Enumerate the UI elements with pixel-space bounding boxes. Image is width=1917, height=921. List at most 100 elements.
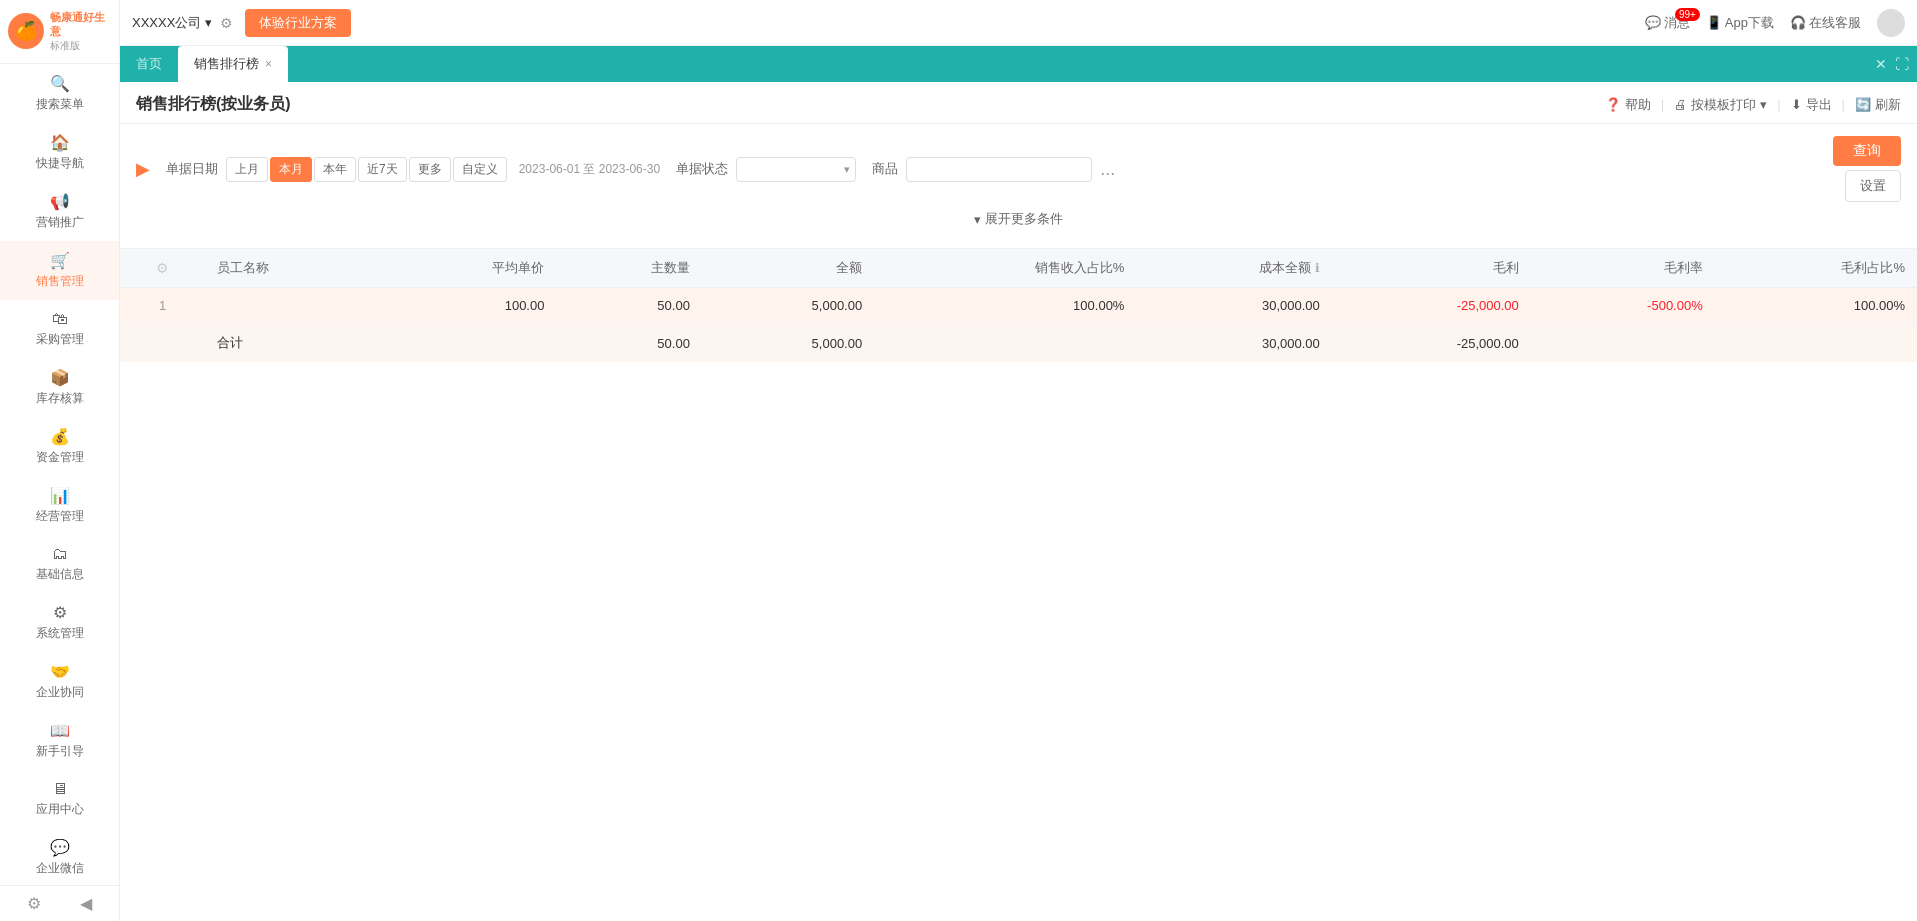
- sidebar-label: 搜索菜单: [36, 96, 84, 113]
- period-btn-上月[interactable]: 上月: [226, 157, 268, 182]
- sidebar-label: 企业协同: [36, 684, 84, 701]
- column-settings-btn[interactable]: 设置: [1845, 170, 1901, 202]
- tab-home[interactable]: 首页: [120, 46, 178, 82]
- period-btn-近7天[interactable]: 近7天: [358, 157, 407, 182]
- tabs-bar: 首页 销售排行榜 × ✕ ⛶: [120, 46, 1917, 82]
- sidebar-item-应用中心[interactable]: 🖥 应用中心: [0, 770, 119, 828]
- status-select[interactable]: [736, 157, 856, 182]
- sidebar-icon: 🛍: [52, 310, 68, 328]
- col-settings-icon[interactable]: ⚙: [156, 260, 169, 276]
- sidebar-item-新手引导[interactable]: 📖新手引导: [0, 711, 119, 770]
- sidebar-settings-icon[interactable]: ⚙: [27, 894, 41, 913]
- cell-amount: 5,000.00: [702, 288, 874, 324]
- period-btn-本月[interactable]: 本月: [270, 157, 312, 182]
- footer-cost: 30,000.00: [1136, 324, 1331, 363]
- topbar-settings-icon[interactable]: ⚙: [220, 15, 233, 31]
- sidebar-label: 采购管理: [36, 331, 84, 348]
- goods-input[interactable]: [906, 157, 1092, 182]
- expand-more-btn[interactable]: ▾ 展开更多条件: [974, 210, 1063, 228]
- cell-cost: 30,000.00: [1136, 288, 1331, 324]
- sidebar-label: 系统管理: [36, 625, 84, 642]
- expand-icon[interactable]: ▶: [136, 158, 150, 180]
- user-avatar[interactable]: [1877, 9, 1905, 37]
- help-label: 帮助: [1625, 96, 1651, 114]
- col-avg-price: 平均单价: [381, 249, 557, 288]
- sidebar-icon: 🖥: [52, 780, 68, 798]
- app-icon: 📱: [1706, 15, 1722, 30]
- col-settings: ⚙: [120, 249, 205, 288]
- online-service-btn[interactable]: 🎧 在线客服: [1790, 14, 1861, 32]
- sidebar-label: 应用中心: [36, 801, 84, 818]
- cost-info-icon: ℹ: [1315, 261, 1320, 275]
- page-title: 销售排行榜(按业务员): [136, 94, 291, 115]
- sidebar-item-搜索菜单[interactable]: 🔍 搜索菜单: [0, 64, 119, 123]
- footer-row: 合计 50.00 5,000.00 30,000.00 -25,000.00: [120, 324, 1917, 363]
- sidebar-item-营销推广[interactable]: 📢营销推广: [0, 182, 119, 241]
- template-print-btn[interactable]: 🖨 按模板打印 ▾: [1674, 96, 1767, 114]
- print-dropdown-icon: ▾: [1760, 97, 1767, 112]
- sidebar-icon: 🗂: [52, 545, 68, 563]
- footer-qty: 50.00: [556, 324, 701, 363]
- col-qty: 主数量: [556, 249, 701, 288]
- sidebar-item-快捷导航[interactable]: 🏠快捷导航: [0, 123, 119, 182]
- footer-empty: [120, 324, 205, 363]
- sidebar-item-企业微信[interactable]: 💬企业微信: [0, 828, 119, 885]
- filter-expand-btn[interactable]: ▶: [136, 158, 150, 180]
- trial-btn[interactable]: 体验行业方案: [245, 9, 351, 37]
- footer-amount: 5,000.00: [702, 324, 874, 363]
- data-table: ⚙ 员工名称 平均单价 主数量 全额 销售收入占比% 成本全额 ℹ 毛利 毛利率…: [120, 249, 1917, 362]
- col-cost: 成本全额 ℹ: [1136, 249, 1331, 288]
- help-icon: ❓: [1605, 97, 1621, 112]
- filter-status: 单据状态: [676, 157, 856, 182]
- period-btn-自定义[interactable]: 自定义: [453, 157, 507, 182]
- page-header: 销售排行榜(按业务员) ❓ 帮助 | 🖨 按模板打印 ▾ | ⬇: [120, 82, 1917, 124]
- app-download-btn[interactable]: 📱 App下载: [1706, 14, 1774, 32]
- sidebar-label: 库存核算: [36, 390, 84, 407]
- logo-icon: 🍊: [8, 13, 44, 49]
- tab-sales-ranking[interactable]: 销售排行榜 ×: [178, 46, 288, 82]
- sidebar-item-经营管理[interactable]: 📊经营管理: [0, 476, 119, 535]
- sidebar-icon: ⚙: [53, 603, 67, 622]
- query-area: 查询 设置: [1833, 136, 1901, 202]
- export-btn[interactable]: ⬇ 导出: [1791, 96, 1832, 114]
- period-btn-更多[interactable]: 更多: [409, 157, 451, 182]
- col-amount: 全额: [702, 249, 874, 288]
- cell-gross-pct: 100.00%: [1715, 288, 1917, 324]
- logo-sub: 标准版: [50, 39, 111, 53]
- message-btn[interactable]: 💬 消息 99+: [1645, 14, 1690, 32]
- message-badge: 99+: [1675, 8, 1700, 21]
- sidebar-icon: 🔍: [50, 74, 70, 93]
- sidebar-collapse-icon[interactable]: ◀: [80, 894, 92, 913]
- goods-more-icon[interactable]: ...: [1100, 159, 1115, 180]
- table-footer: 合计 50.00 5,000.00 30,000.00 -25,000.00: [120, 324, 1917, 363]
- print-icon: 🖨: [1674, 97, 1687, 112]
- tab-close-icon[interactable]: ×: [265, 57, 272, 71]
- sidebar-item-系统管理[interactable]: ⚙ 系统管理: [0, 593, 119, 652]
- tabs-expand-icon[interactable]: ⛶: [1895, 56, 1909, 72]
- sidebar-label: 销售管理: [36, 273, 84, 290]
- cell-rank: 1: [120, 288, 205, 324]
- sidebar-label: 快捷导航: [36, 155, 84, 172]
- sidebar-item-基础信息[interactable]: 🗂基础信息: [0, 535, 119, 593]
- period-range: 2023-06-01 至 2023-06-30: [519, 161, 660, 178]
- sidebar-item-采购管理[interactable]: 🛍 采购管理: [0, 300, 119, 358]
- period-btn-本年[interactable]: 本年: [314, 157, 356, 182]
- sep3: |: [1842, 97, 1845, 112]
- sidebar-label: 新手引导: [36, 743, 84, 760]
- refresh-btn[interactable]: 🔄 刷新: [1855, 96, 1901, 114]
- sidebar-item-销售管理[interactable]: 🛒销售管理: [0, 241, 119, 300]
- footer-label: 合计: [205, 324, 381, 363]
- footer-gross: -25,000.00: [1332, 324, 1531, 363]
- filter-area: ▶ 单据日期 上月本月本年近7天更多自定义 2023-06-01 至 2023-…: [120, 124, 1917, 249]
- help-btn[interactable]: ❓ 帮助: [1605, 96, 1651, 114]
- sidebar-item-资金管理[interactable]: 💰资金管理: [0, 417, 119, 476]
- tabs-close-all-icon[interactable]: ✕: [1875, 56, 1887, 72]
- filter-goods: 商品 ...: [872, 157, 1115, 182]
- company-selector[interactable]: XXXXX公司 ▾: [132, 14, 212, 32]
- sidebar-item-企业协同[interactable]: 🤝企业协同: [0, 652, 119, 711]
- sidebar-item-库存核算[interactable]: 📦库存核算: [0, 358, 119, 417]
- company-dropdown-icon: ▾: [205, 15, 212, 30]
- sidebar-footer: ⚙ ◀: [0, 885, 119, 921]
- query-btn[interactable]: 查询: [1833, 136, 1901, 166]
- period-buttons: 上月本月本年近7天更多自定义: [226, 157, 507, 182]
